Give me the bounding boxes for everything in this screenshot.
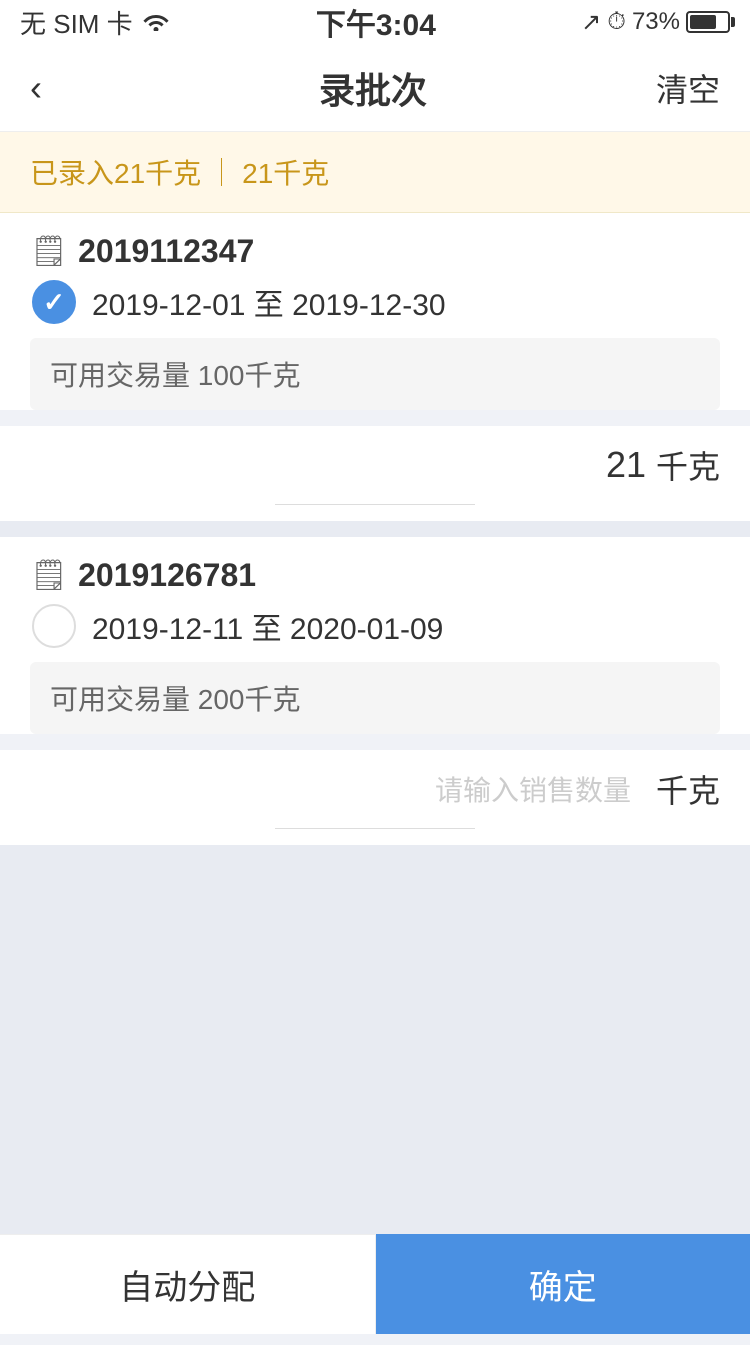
qty-unit-1: 千克	[656, 442, 720, 488]
input-unit-2: 千克	[656, 766, 720, 812]
item-card-2: 🗒 2019126781 2019-12-11 至 2020-01-09 可用交…	[0, 537, 750, 734]
item-date-2: 2019-12-11 至 2020-01-09	[92, 604, 443, 648]
time-label: 下午3:04	[316, 0, 436, 44]
item-header-2: 🗒 2019126781	[30, 557, 720, 594]
available-qty-1: 可用交易量 100千克	[30, 338, 720, 410]
wifi-icon	[141, 7, 171, 38]
clear-button[interactable]: 清空	[656, 65, 720, 111]
info-divider	[221, 158, 222, 186]
auto-distribute-button[interactable]: 自动分配	[0, 1234, 376, 1334]
qty-input-2[interactable]	[346, 771, 646, 808]
item-header-1: 🗒 2019112347	[30, 233, 720, 270]
document-icon-2: 🗒	[30, 558, 68, 593]
carrier-label: 无 SIM 卡	[20, 4, 133, 41]
radio-btn-1[interactable]	[32, 280, 76, 324]
nav-bar: ‹ 录批次 清空	[0, 44, 750, 132]
battery-icon	[686, 11, 730, 33]
bottom-bar: 自动分配 确定	[0, 1234, 750, 1334]
clock-icon: ⏱	[607, 8, 626, 36]
location-icon: ↗	[581, 8, 601, 37]
item-date-1: 2019-12-01 至 2019-12-30	[92, 280, 446, 324]
gray-area	[0, 845, 750, 1245]
recorded-qty-value: 21千克	[242, 152, 329, 192]
available-qty-2: 可用交易量 200千克	[30, 662, 720, 734]
qty-separator-1	[275, 504, 475, 505]
battery-percent: 73%	[632, 8, 680, 36]
back-button[interactable]: ‹	[30, 67, 90, 109]
input-separator-2	[275, 828, 475, 829]
status-bar: 无 SIM 卡 下午3:04 ↗ ⏱ 73%	[0, 0, 750, 44]
status-right: ↗ ⏱ 73%	[581, 8, 730, 37]
status-left: 无 SIM 卡	[20, 4, 171, 41]
item-date-row-1: 2019-12-01 至 2019-12-30	[32, 280, 720, 324]
section-divider	[0, 521, 750, 537]
input-row-2: 千克	[0, 750, 750, 828]
item-card-1: 🗒 2019112347 2019-12-01 至 2019-12-30 可用交…	[0, 213, 750, 410]
qty-value-1: 21	[606, 444, 646, 486]
item-id-2: 2019126781	[78, 557, 256, 594]
info-banner: 已录入21千克 21千克	[0, 132, 750, 213]
recorded-qty-label: 已录入21千克	[30, 152, 201, 192]
qty-row-1: 21 千克	[0, 426, 750, 504]
page-title: 录批次	[319, 62, 427, 114]
item-id-1: 2019112347	[78, 233, 254, 270]
document-icon-1: 🗒	[30, 234, 68, 269]
radio-btn-2[interactable]	[32, 604, 76, 648]
item-date-row-2: 2019-12-11 至 2020-01-09	[32, 604, 720, 648]
confirm-button[interactable]: 确定	[376, 1234, 750, 1334]
